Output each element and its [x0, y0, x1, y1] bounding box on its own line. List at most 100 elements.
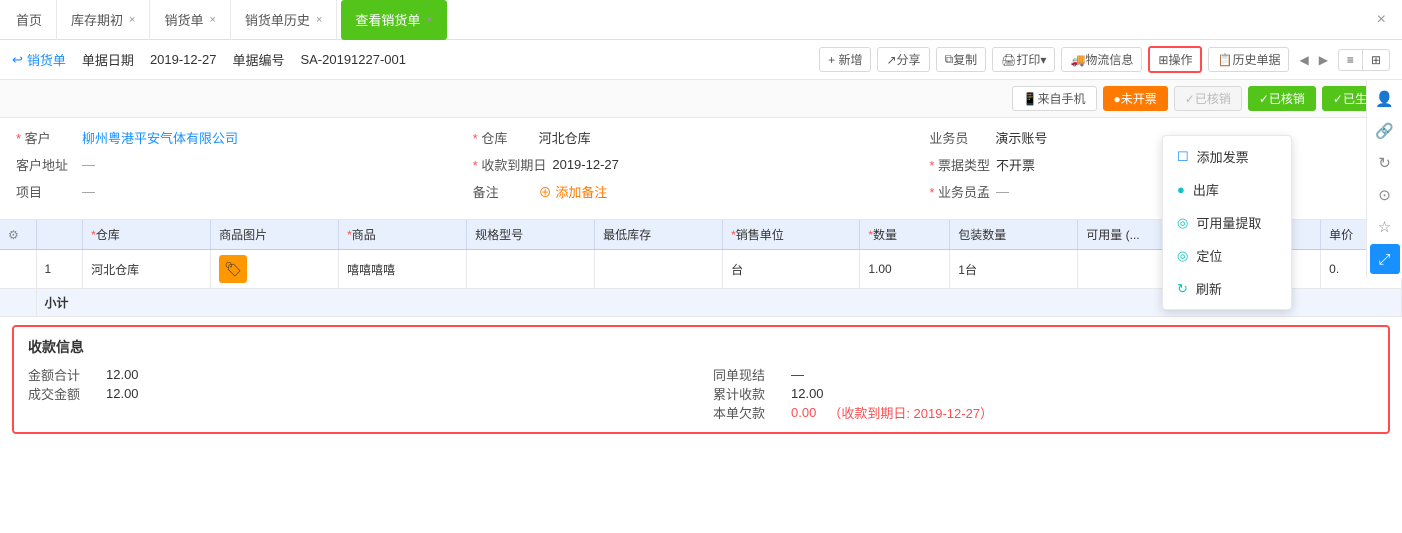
deal-value: 12.00: [106, 386, 139, 401]
remark-label: 备注: [473, 182, 533, 201]
add-invoice-icon: ☐: [1177, 149, 1189, 165]
project-label: 项目: [16, 182, 76, 201]
sidebar-link-icon[interactable]: 🔗: [1370, 116, 1400, 146]
confirm-button[interactable]: ✓ 已核销: [1174, 86, 1242, 111]
deal-label: 成交金额: [28, 384, 98, 403]
operations-icon: ⊞: [1158, 53, 1168, 67]
outbound-icon: ●: [1177, 182, 1185, 197]
tab-sales-order[interactable]: 销货单 ×: [150, 0, 230, 40]
same-bill-label: 同单现结: [713, 365, 783, 384]
copy-button[interactable]: ⧉ 复制: [936, 47, 987, 72]
same-bill-value: —: [791, 367, 804, 382]
sidebar-user-icon[interactable]: ⊙: [1370, 180, 1400, 210]
tab-inventory[interactable]: 库存期初 ×: [57, 0, 150, 40]
logistics-icon: 🚚: [1070, 53, 1085, 67]
cell-quantity: 1.00: [860, 250, 950, 289]
cell-min-stock: [595, 250, 723, 289]
summary-title: 收款信息: [28, 337, 1374, 357]
share-button[interactable]: ↗ 分享: [877, 47, 929, 72]
not-open-button[interactable]: ● 未开票: [1103, 86, 1168, 111]
summary-section: 收款信息 金额合计 12.00 成交金额 12.00 同单现结 — 累计收款: [12, 325, 1390, 434]
tab-history-close[interactable]: ×: [316, 14, 322, 26]
phone-icon: 📱: [1023, 92, 1038, 106]
summary-left: 金额合计 12.00 成交金额 12.00: [28, 365, 689, 422]
operations-label: 操作: [1168, 51, 1192, 68]
view-list-button[interactable]: ≡: [1339, 50, 1363, 70]
due-date-value: 2019-12-27: [546, 157, 625, 172]
from-phone-button[interactable]: 📱 来自手机: [1012, 86, 1097, 111]
doc-icon: ↩: [12, 52, 23, 68]
doc-type: ↩ 销货单: [12, 50, 66, 69]
staff-value: 演示账号: [989, 128, 1053, 147]
print-button[interactable]: 🖨 打印 ▾: [992, 47, 1055, 72]
settings-icon[interactable]: ⚙: [8, 228, 19, 242]
cancel-icon: ✓: [1259, 92, 1269, 106]
dropdown-item-add-invoice[interactable]: ☐ 添加发票: [1163, 140, 1291, 173]
window-close-button[interactable]: ×: [1369, 11, 1394, 29]
col-product-img: 商品图片: [211, 220, 339, 250]
staff-field: 业务员 演示账号: [929, 128, 1386, 147]
sidebar-contact-icon[interactable]: 👤: [1370, 84, 1400, 114]
col-row-num: [36, 220, 83, 250]
right-sidebar: 👤 🔗 ↻ ⊙ ☆ ⤢: [1366, 80, 1402, 278]
date-value: 2019-12-27: [150, 52, 217, 67]
toolbar-row: 📱 来自手机 ● 未开票 ✓ 已核销 ✓ 已核销 ✓ 已生效: [0, 80, 1402, 118]
cancel-sale-button[interactable]: ✓ 已核销: [1248, 86, 1316, 111]
cell-warehouse: 河北仓库: [83, 250, 211, 289]
customer-value[interactable]: 柳州粤港平安气体有限公司: [76, 128, 244, 147]
summary-row-same-bill: 同单现结 —: [713, 365, 1374, 384]
ticket-field: 票据类型 不开票: [929, 155, 1386, 174]
col-settings[interactable]: ⚙: [0, 220, 36, 250]
logistics-label: 物流信息: [1085, 51, 1133, 68]
ticket-icon: ●: [1114, 92, 1121, 106]
remark-add-button[interactable]: ⊕ 添加备注: [533, 182, 614, 201]
arrears-value: 0.00: [791, 405, 816, 420]
tab-sales-label: 销货单: [164, 10, 203, 29]
nav-prev-button[interactable]: ◀: [1295, 51, 1312, 69]
sidebar-star-icon[interactable]: ☆: [1370, 212, 1400, 242]
new-button[interactable]: + 新增: [819, 47, 871, 72]
customer-field: 客户 柳州粤港平安气体有限公司: [16, 128, 473, 147]
summary-right: 同单现结 — 累计收款 12.00 本单欠款 0.00 （收款到期日: 2019…: [713, 365, 1374, 422]
warehouse-value: 河北仓库: [533, 128, 597, 147]
date-label: 单据日期: [82, 50, 134, 69]
col-product: *商品: [339, 220, 467, 250]
refresh-label: 刷新: [1196, 279, 1222, 298]
col-spec: 规格型号: [467, 220, 595, 250]
confirm-label: 已核销: [1195, 90, 1231, 107]
tab-sales-history[interactable]: 销货单历史 ×: [231, 0, 337, 40]
tab-history-label: 销货单历史: [245, 10, 310, 29]
sidebar-rotate-icon[interactable]: ↻: [1370, 148, 1400, 178]
cancel-sale-label: 已核销: [1269, 90, 1305, 107]
sales-staff-value: —: [990, 184, 1015, 199]
view-grid-button[interactable]: ⊞: [1363, 50, 1389, 70]
view-toggle: ≡ ⊞: [1338, 49, 1390, 71]
subtotal-settings: [0, 289, 36, 317]
operations-button[interactable]: ⊞ 操作: [1148, 46, 1202, 73]
tab-inventory-close[interactable]: ×: [129, 14, 135, 26]
address-field: 客户地址 —: [16, 155, 473, 174]
summary-row-cumulative: 累计收款 12.00: [713, 384, 1374, 403]
tab-home[interactable]: 首页: [8, 0, 57, 40]
check-icon: ✓: [1185, 92, 1195, 106]
address-label: 客户地址: [16, 155, 76, 174]
dropdown-item-available[interactable]: ◎ 可用量提取: [1163, 206, 1291, 239]
cell-product: 嘻嘻嘻嘻: [339, 250, 467, 289]
sidebar-expand-icon[interactable]: ⤢: [1370, 244, 1400, 274]
product-image: [219, 255, 247, 283]
dropdown-item-refresh[interactable]: ↻ 刷新: [1163, 272, 1291, 305]
dropdown-item-locate[interactable]: ◎ 定位: [1163, 239, 1291, 272]
refresh-icon: ↻: [1177, 281, 1188, 297]
project-value: —: [76, 184, 101, 199]
nav-next-button[interactable]: ▶: [1315, 51, 1332, 69]
history-button[interactable]: 📋 历史单据: [1208, 47, 1289, 72]
tab-sales-close[interactable]: ×: [209, 14, 215, 26]
col-min-stock: 最低库存: [595, 220, 723, 250]
dropdown-item-outbound[interactable]: ● 出库: [1163, 173, 1291, 206]
logistics-button[interactable]: 🚚 物流信息: [1061, 47, 1142, 72]
tab-check-sales[interactable]: 查看销货单 ×: [341, 0, 446, 40]
tab-check-close[interactable]: ×: [426, 14, 432, 26]
locate-label: 定位: [1196, 246, 1222, 265]
total-label: 金额合计: [28, 365, 98, 384]
cell-pack-qty: 1台: [950, 250, 1078, 289]
